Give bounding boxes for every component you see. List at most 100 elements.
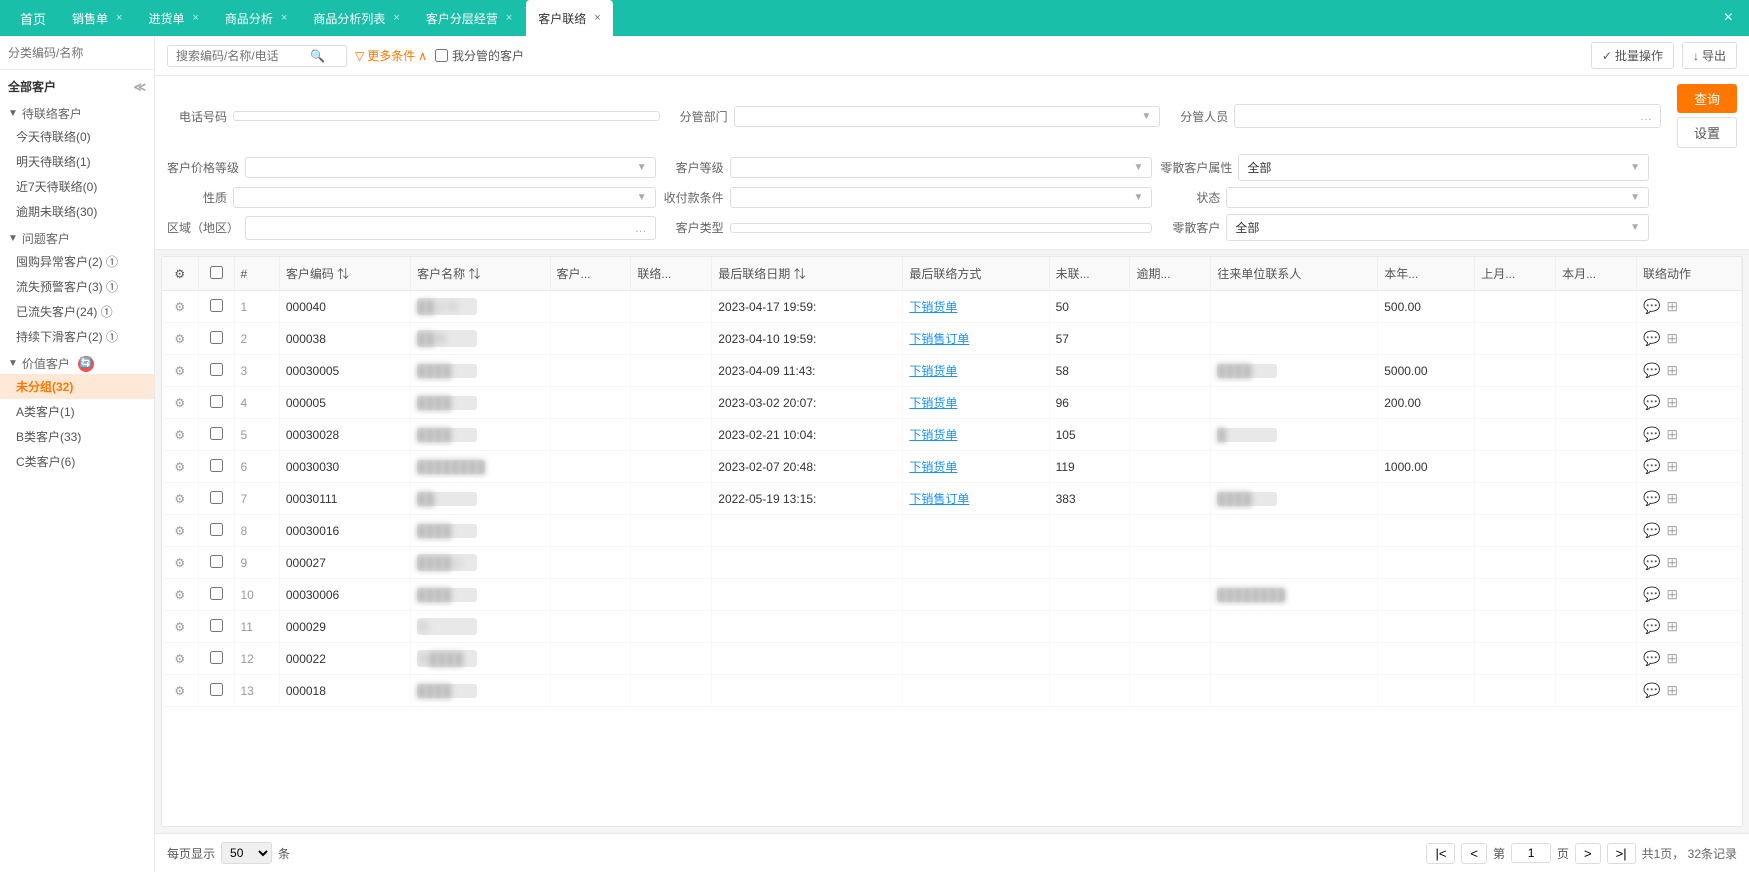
row-checkbox-2[interactable] — [210, 363, 223, 376]
scatter-attr-input[interactable]: 全部▼ — [1238, 154, 1649, 181]
sidebar-item-class-b[interactable]: B类客户(33) — [0, 424, 154, 449]
region-input[interactable]: … — [245, 216, 656, 240]
sidebar-all-customers[interactable]: 全部客户 ≪ — [0, 70, 154, 99]
message-icon-8[interactable]: 💬 — [1643, 554, 1660, 571]
sidebar-item-overdue[interactable]: 逾期未联络(30) — [0, 199, 154, 224]
row-last-method-3[interactable]: 下销货单 — [903, 387, 1049, 419]
row-checkbox-3[interactable] — [210, 395, 223, 408]
row-last-method-5[interactable]: 下销货单 — [903, 451, 1049, 483]
message-icon-10[interactable]: 💬 — [1643, 618, 1660, 635]
row-last-method-4[interactable]: 下销货单 — [903, 419, 1049, 451]
price-level-input[interactable]: ▼ — [245, 157, 656, 178]
sidebar-search-input[interactable] — [8, 46, 155, 60]
person-input[interactable]: … — [1234, 104, 1661, 128]
row-checkbox-11[interactable] — [210, 651, 223, 664]
row-check-7[interactable] — [198, 515, 234, 547]
row-check-8[interactable] — [198, 547, 234, 579]
close-analysis-tab-icon[interactable]: × — [281, 12, 287, 24]
cust-type-input[interactable] — [730, 223, 1153, 233]
cust-level-input[interactable]: ▼ — [730, 157, 1153, 178]
message-icon-9[interactable]: 💬 — [1643, 586, 1660, 603]
nav-home[interactable]: 首页 — [8, 9, 58, 28]
page-number-input[interactable] — [1511, 843, 1551, 863]
prev-page-button[interactable]: < — [1461, 843, 1487, 864]
grid-icon-2[interactable]: ⊞ — [1666, 362, 1678, 379]
row-gear-6[interactable]: ⚙ — [162, 483, 198, 515]
row-check-10[interactable] — [198, 611, 234, 643]
grid-icon-12[interactable]: ⊞ — [1666, 682, 1678, 699]
row-checkbox-1[interactable] — [210, 331, 223, 344]
code-column-header[interactable]: 客户编码 ⇅ — [279, 257, 410, 291]
message-icon-1[interactable]: 💬 — [1643, 330, 1660, 347]
message-icon-2[interactable]: 💬 — [1643, 362, 1660, 379]
row-check-2[interactable] — [198, 355, 234, 387]
message-icon-7[interactable]: 💬 — [1643, 522, 1660, 539]
phone-input[interactable] — [233, 111, 660, 121]
sidebar-item-ungroup[interactable]: 未分组(32) — [0, 374, 154, 399]
row-checkbox-4[interactable] — [210, 427, 223, 440]
sidebar-item-lost[interactable]: 已流失客户(24) ① — [0, 299, 154, 324]
row-check-3[interactable] — [198, 387, 234, 419]
close-purchase-tab-icon[interactable]: × — [192, 12, 198, 24]
row-gear-8[interactable]: ⚙ — [162, 547, 198, 579]
row-check-0[interactable] — [198, 291, 234, 323]
sidebar-section-value[interactable]: ▼ 价值客户 🔄 — [0, 349, 154, 374]
close-customer-contact-tab-icon[interactable]: × — [594, 12, 600, 24]
row-checkbox-9[interactable] — [210, 587, 223, 600]
payment-input[interactable]: ▼ — [730, 187, 1153, 208]
sidebar-item-abnormal[interactable]: 囤购异常客户(2) ① — [0, 249, 154, 274]
message-icon-12[interactable]: 💬 — [1643, 682, 1660, 699]
first-page-button[interactable]: |< — [1426, 843, 1455, 864]
scatter-input[interactable]: 全部▼ — [1226, 214, 1649, 241]
my-customers-checkbox[interactable] — [435, 49, 448, 62]
select-all-checkbox[interactable] — [210, 266, 223, 279]
batch-operation-button[interactable]: ✓ 批量操作 — [1591, 42, 1674, 69]
checkbox-column-header[interactable] — [198, 257, 234, 291]
grid-icon-6[interactable]: ⊞ — [1666, 490, 1678, 507]
sidebar-item-tomorrow[interactable]: 明天待联络(1) — [0, 149, 154, 174]
row-checkbox-0[interactable] — [210, 299, 223, 312]
grid-icon-7[interactable]: ⊞ — [1666, 522, 1678, 539]
nav-tab-sales[interactable]: 销售单 × — [60, 0, 134, 36]
status-input[interactable]: ▼ — [1226, 187, 1649, 208]
row-check-12[interactable] — [198, 675, 234, 707]
sidebar-section-pending[interactable]: ▼ 待联络客户 — [0, 99, 154, 124]
message-icon-6[interactable]: 💬 — [1643, 490, 1660, 507]
nav-tab-customer-contact[interactable]: 客户联络 × — [526, 0, 612, 36]
message-icon-4[interactable]: 💬 — [1643, 426, 1660, 443]
grid-icon-1[interactable]: ⊞ — [1666, 330, 1678, 347]
row-checkbox-8[interactable] — [210, 555, 223, 568]
sidebar-item-7days[interactable]: 近7天待联络(0) — [0, 174, 154, 199]
sidebar-section-problem[interactable]: ▼ 问题客户 — [0, 224, 154, 249]
nav-tab-purchase[interactable]: 进货单 × — [136, 0, 210, 36]
last-page-button[interactable]: >| — [1607, 843, 1636, 864]
name-column-header[interactable]: 客户名称 ⇅ — [411, 257, 550, 291]
more-filters-button[interactable]: ▽ 更多条件 ∧ — [355, 47, 427, 64]
row-last-method-2[interactable]: 下销货单 — [903, 355, 1049, 387]
row-check-11[interactable] — [198, 643, 234, 675]
row-checkbox-5[interactable] — [210, 459, 223, 472]
nav-tab-analysis[interactable]: 商品分析 × — [213, 0, 299, 36]
row-check-5[interactable] — [198, 451, 234, 483]
grid-icon-3[interactable]: ⊞ — [1666, 394, 1678, 411]
filter-search-icon[interactable]: 🔍 — [310, 49, 325, 63]
row-checkbox-12[interactable] — [210, 683, 223, 696]
gear-column-header[interactable]: ⚙ — [162, 257, 198, 291]
grid-icon-11[interactable]: ⊞ — [1666, 650, 1678, 667]
message-icon-11[interactable]: 💬 — [1643, 650, 1660, 667]
row-gear-5[interactable]: ⚙ — [162, 451, 198, 483]
sidebar-item-class-c[interactable]: C类客户(6) — [0, 449, 154, 474]
row-gear-0[interactable]: ⚙ — [162, 291, 198, 323]
grid-icon-8[interactable]: ⊞ — [1666, 554, 1678, 571]
sidebar-item-declining[interactable]: 持续下滑客户(2) ① — [0, 324, 154, 349]
row-check-9[interactable] — [198, 579, 234, 611]
nature-input[interactable]: ▼ — [233, 187, 656, 208]
row-check-1[interactable] — [198, 323, 234, 355]
close-analysis-list-tab-icon[interactable]: × — [393, 12, 399, 24]
grid-icon-0[interactable]: ⊞ — [1666, 298, 1678, 315]
row-gear-11[interactable]: ⚙ — [162, 643, 198, 675]
message-icon-5[interactable]: 💬 — [1643, 458, 1660, 475]
query-button[interactable]: 查询 — [1677, 84, 1737, 113]
sidebar-item-class-a[interactable]: A类客户(1) — [0, 399, 154, 424]
my-customers-toggle[interactable]: 我分管的客户 — [435, 47, 524, 64]
